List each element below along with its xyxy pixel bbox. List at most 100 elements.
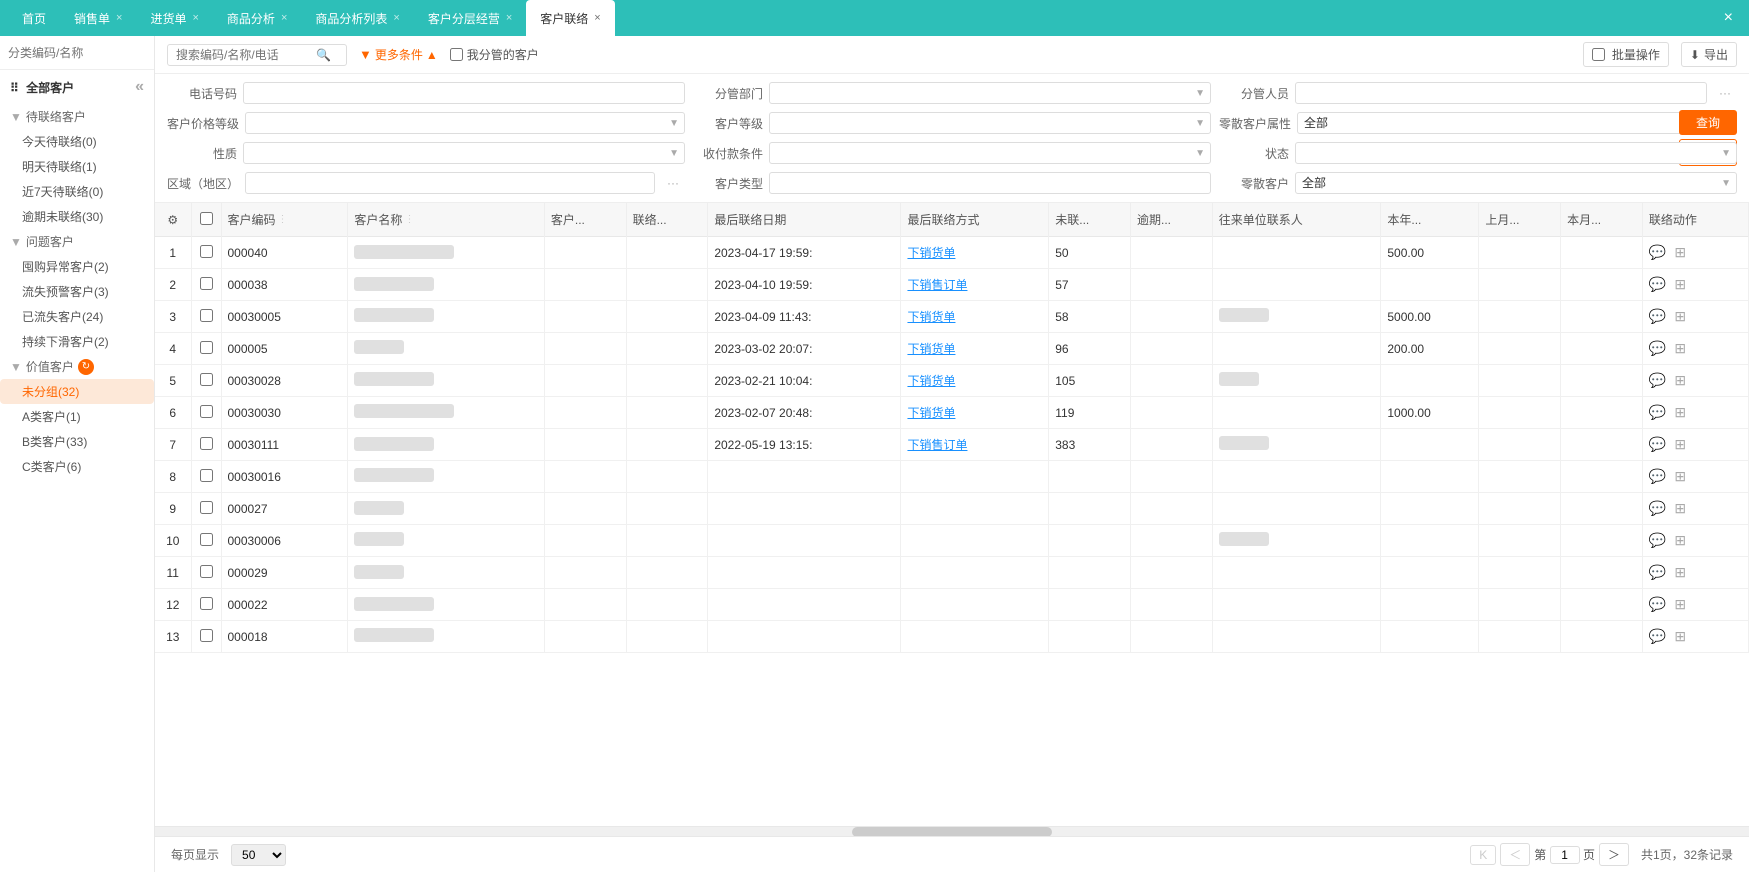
nature-select[interactable] xyxy=(243,142,685,164)
export-btn[interactable]: ⬇ 导出 xyxy=(1681,42,1737,67)
sidebar-item-churn-warning[interactable]: 流失预警客户(3) xyxy=(0,279,154,304)
tab-purchase-close[interactable]: × xyxy=(192,12,198,24)
grid-icon[interactable]: ⊞ xyxy=(1674,436,1686,453)
region-dots-btn[interactable]: ··· xyxy=(661,173,685,193)
row-last-way[interactable]: 下销售订单 xyxy=(901,269,1049,301)
dept-select[interactable] xyxy=(769,82,1211,104)
last-way-link[interactable]: 下销售订单 xyxy=(907,278,967,292)
tab-customer-contact[interactable]: 客户联络 × xyxy=(526,0,614,36)
row-check[interactable] xyxy=(191,557,221,589)
settings-col-header[interactable]: ⚙ xyxy=(155,203,191,237)
row-action[interactable]: 💬 ⊞ xyxy=(1642,557,1748,589)
grid-icon[interactable]: ⊞ xyxy=(1674,564,1686,581)
message-icon[interactable]: 💬 xyxy=(1649,532,1666,549)
main-search-icon[interactable]: 🔍 xyxy=(316,48,331,62)
sidebar-item-overdue[interactable]: 逾期未联络(30) xyxy=(0,204,154,229)
all-customers-header[interactable]: ⠿ 全部客户 « xyxy=(0,70,154,104)
tab-sales-close[interactable]: × xyxy=(116,12,122,24)
phone-input[interactable] xyxy=(243,82,685,104)
manager-input[interactable] xyxy=(1295,82,1707,104)
tab-product-list[interactable]: 商品分析列表 × xyxy=(301,0,413,36)
row-check[interactable] xyxy=(191,301,221,333)
sidebar-collapse-icon[interactable]: « xyxy=(135,78,144,96)
sidebar-item-abnormal[interactable]: 囤购异常客户(2) xyxy=(0,254,154,279)
sidebar-search-input[interactable] xyxy=(8,46,155,60)
refresh-icon[interactable]: ↻ xyxy=(78,359,94,375)
grid-icon[interactable]: ⊞ xyxy=(1674,468,1686,485)
window-close-button[interactable]: × xyxy=(1716,9,1741,27)
sidebar-section-problem[interactable]: ▼ 问题客户 xyxy=(0,229,154,254)
first-page-btn[interactable]: K xyxy=(1470,845,1496,865)
tab-customer-contact-close[interactable]: × xyxy=(594,12,600,24)
payment-select[interactable] xyxy=(769,142,1211,164)
per-page-select[interactable]: 50 100 200 xyxy=(231,844,286,866)
sidebar-item-tomorrow[interactable]: 明天待联络(1) xyxy=(0,154,154,179)
query-button[interactable]: 查询 xyxy=(1679,110,1737,135)
sidebar-section-value[interactable]: ▼ 价值客户 ↻ xyxy=(0,354,154,379)
sidebar-item-7days[interactable]: 近7天待联络(0) xyxy=(0,179,154,204)
message-icon[interactable]: 💬 xyxy=(1649,436,1666,453)
message-icon[interactable]: 💬 xyxy=(1649,276,1666,293)
sidebar-item-churned[interactable]: 已流失客户(24) xyxy=(0,304,154,329)
grid-icon[interactable]: ⊞ xyxy=(1674,628,1686,645)
tab-sales[interactable]: 销售单 × xyxy=(60,0,136,36)
row-last-way[interactable]: 下销货单 xyxy=(901,237,1049,269)
row-check[interactable] xyxy=(191,493,221,525)
message-icon[interactable]: 💬 xyxy=(1649,500,1666,517)
tab-customer-segment[interactable]: 客户分层经营 × xyxy=(414,0,526,36)
grid-icon[interactable]: ⊞ xyxy=(1674,244,1686,261)
customer-level-select[interactable] xyxy=(769,112,1211,134)
row-check[interactable] xyxy=(191,621,221,653)
last-way-link[interactable]: 下销售订单 xyxy=(907,438,967,452)
message-icon[interactable]: 💬 xyxy=(1649,372,1666,389)
tab-product-analysis-close[interactable]: × xyxy=(281,12,287,24)
prev-page-btn[interactable]: ＜ xyxy=(1500,843,1530,866)
status-select[interactable] xyxy=(1295,142,1737,164)
row-check[interactable] xyxy=(191,525,221,557)
message-icon[interactable]: 💬 xyxy=(1649,564,1666,581)
row-action[interactable]: 💬 ⊞ xyxy=(1642,397,1748,429)
row-check[interactable] xyxy=(191,397,221,429)
customer-type-input[interactable] xyxy=(769,172,1211,194)
message-icon[interactable]: 💬 xyxy=(1649,308,1666,325)
tab-purchase[interactable]: 进货单 × xyxy=(136,0,212,36)
select-all-checkbox[interactable] xyxy=(200,212,213,225)
row-last-way[interactable]: 下销货单 xyxy=(901,397,1049,429)
page-number-input[interactable] xyxy=(1550,846,1580,864)
tab-product-analysis[interactable]: 商品分析 × xyxy=(213,0,301,36)
row-check[interactable] xyxy=(191,269,221,301)
price-level-select[interactable] xyxy=(245,112,685,134)
last-way-link[interactable]: 下销货单 xyxy=(907,310,955,324)
row-action[interactable]: 💬 ⊞ xyxy=(1642,365,1748,397)
row-check[interactable] xyxy=(191,365,221,397)
main-search-input[interactable] xyxy=(176,48,316,62)
region-input[interactable] xyxy=(245,172,655,194)
sidebar-item-class-b[interactable]: B类客户(33) xyxy=(0,429,154,454)
sidebar-item-class-c[interactable]: C类客户(6) xyxy=(0,454,154,479)
row-last-way[interactable]: 下销货单 xyxy=(901,365,1049,397)
row-check[interactable] xyxy=(191,333,221,365)
last-way-link[interactable]: 下销货单 xyxy=(907,406,955,420)
row-last-way[interactable]: 下销售订单 xyxy=(901,429,1049,461)
grid-icon[interactable]: ⊞ xyxy=(1674,532,1686,549)
row-action[interactable]: 💬 ⊞ xyxy=(1642,333,1748,365)
row-check[interactable] xyxy=(191,429,221,461)
sidebar-item-today[interactable]: 今天待联络(0) xyxy=(0,129,154,154)
sidebar-item-declining[interactable]: 持续下滑客户(2) xyxy=(0,329,154,354)
search-box[interactable]: 🔍 xyxy=(167,44,347,66)
manager-dots-btn[interactable]: ··· xyxy=(1713,83,1737,103)
row-action[interactable]: 💬 ⊞ xyxy=(1642,493,1748,525)
tab-customer-segment-close[interactable]: × xyxy=(506,12,512,24)
message-icon[interactable]: 💬 xyxy=(1649,340,1666,357)
grid-icon[interactable]: ⊞ xyxy=(1674,372,1686,389)
sidebar-search-box[interactable]: 🔍 xyxy=(0,36,154,70)
row-last-way[interactable]: 下销货单 xyxy=(901,333,1049,365)
message-icon[interactable]: 💬 xyxy=(1649,404,1666,421)
grid-icon[interactable]: ⊞ xyxy=(1674,404,1686,421)
tab-product-list-close[interactable]: × xyxy=(393,12,399,24)
grid-icon[interactable]: ⊞ xyxy=(1674,340,1686,357)
grid-icon[interactable]: ⊞ xyxy=(1674,308,1686,325)
row-check[interactable] xyxy=(191,461,221,493)
retail-customer-select[interactable]: 全部 xyxy=(1295,172,1737,194)
grid-icon[interactable]: ⊞ xyxy=(1674,276,1686,293)
